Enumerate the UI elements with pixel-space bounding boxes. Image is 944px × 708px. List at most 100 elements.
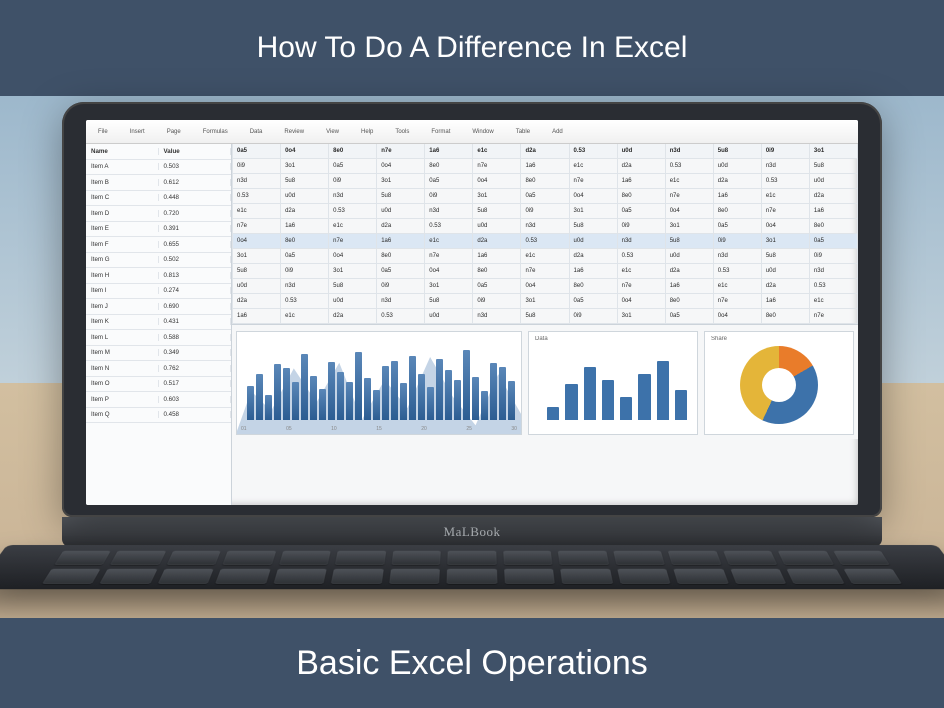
data-cell[interactable]: n3d [714,249,762,264]
data-cell[interactable]: 3o1 [473,189,521,204]
ribbon-tab[interactable]: Table [516,129,530,135]
data-cell[interactable]: 0.53 [618,249,666,264]
data-cell[interactable]: 1a6 [521,159,569,174]
data-cell[interactable]: n7e [521,264,569,279]
data-cell[interactable]: 1a6 [570,264,618,279]
data-cell[interactable]: u0d [233,279,281,294]
data-cell[interactable]: 0o4 [666,204,714,219]
data-cell[interactable]: n7e [618,279,666,294]
data-cell[interactable]: 8e0 [810,219,858,234]
data-cell[interactable]: 0a5 [473,279,521,294]
data-cell[interactable]: d2a [714,174,762,189]
column-header[interactable]: 1a6 [425,144,473,159]
data-cell[interactable]: d2a [570,249,618,264]
column-header[interactable]: d2a [521,144,569,159]
column-header[interactable]: n7e [377,144,425,159]
data-cell[interactable]: 8e0 [762,309,810,324]
column-header[interactable]: 0a5 [233,144,281,159]
data-cell[interactable]: 0a5 [281,249,329,264]
data-cell[interactable]: n7e [425,249,473,264]
data-cell[interactable]: u0d [281,189,329,204]
data-cell[interactable]: u0d [329,294,377,309]
data-cell[interactable]: 0o4 [425,264,473,279]
data-cell[interactable]: 5u8 [377,189,425,204]
data-cell[interactable]: 5u8 [473,204,521,219]
data-cell[interactable]: n3d [233,174,281,189]
data-cell[interactable]: 0.53 [714,264,762,279]
data-cell[interactable]: 5u8 [233,264,281,279]
data-cell[interactable]: d2a [810,189,858,204]
data-cell[interactable]: 1a6 [618,174,666,189]
column-header[interactable]: e1c [473,144,521,159]
data-cell[interactable]: 0.53 [762,174,810,189]
ribbon-tab[interactable]: Window [472,129,493,135]
column-header[interactable]: 0o4 [281,144,329,159]
data-cell[interactable]: 3o1 [570,204,618,219]
data-cell[interactable]: 1a6 [281,219,329,234]
data-cell[interactable]: 5u8 [281,174,329,189]
data-cell[interactable]: 0i9 [473,294,521,309]
data-cell[interactable]: 0i9 [521,204,569,219]
data-cell[interactable]: d2a [233,294,281,309]
data-cell[interactable]: 0i9 [714,234,762,249]
data-cell[interactable]: 5u8 [329,279,377,294]
data-cell[interactable]: e1c [521,249,569,264]
column-header[interactable]: 8e0 [329,144,377,159]
data-cell[interactable]: e1c [233,204,281,219]
data-cell[interactable]: 0.53 [666,159,714,174]
data-cell[interactable]: n3d [618,234,666,249]
column-header[interactable]: u0d [618,144,666,159]
data-cell[interactable]: 0i9 [425,189,473,204]
data-cell[interactable]: 0o4 [473,174,521,189]
data-cell[interactable]: 0.53 [810,279,858,294]
data-cell[interactable]: 0i9 [570,309,618,324]
data-cell[interactable]: n7e [473,159,521,174]
data-cell[interactable]: 0o4 [618,294,666,309]
data-cell[interactable]: n3d [329,189,377,204]
data-cell[interactable]: 0.53 [329,204,377,219]
data-cell[interactable]: 0o4 [521,279,569,294]
data-cell[interactable]: n7e [666,189,714,204]
data-cell[interactable]: 3o1 [233,249,281,264]
data-cell[interactable]: 3o1 [329,264,377,279]
column-header[interactable]: 5u8 [714,144,762,159]
data-cell[interactable]: 1a6 [714,189,762,204]
ribbon-tab[interactable]: Insert [130,129,145,135]
data-cell[interactable]: 0a5 [570,294,618,309]
data-cell[interactable]: n7e [233,219,281,234]
data-cell[interactable]: e1c [281,309,329,324]
data-cell[interactable]: 0a5 [618,204,666,219]
data-cell[interactable]: 0o4 [233,234,281,249]
data-cell[interactable]: e1c [762,189,810,204]
data-cell[interactable]: 5u8 [521,309,569,324]
data-cell[interactable]: 0o4 [714,309,762,324]
data-cell[interactable]: 0i9 [233,159,281,174]
data-cell[interactable]: e1c [618,264,666,279]
column-header[interactable]: n3d [666,144,714,159]
data-cell[interactable]: 3o1 [425,279,473,294]
ribbon-tab[interactable]: Page [167,129,181,135]
data-cell[interactable]: n3d [810,264,858,279]
data-cell[interactable]: n3d [425,204,473,219]
data-cell[interactable]: 0o4 [570,189,618,204]
data-cell[interactable]: n3d [377,294,425,309]
data-cell[interactable]: n3d [281,279,329,294]
data-cell[interactable]: e1c [666,174,714,189]
data-cell[interactable]: 5u8 [425,294,473,309]
data-cell[interactable]: d2a [618,159,666,174]
data-cell[interactable]: 3o1 [281,159,329,174]
data-cell[interactable]: d2a [377,219,425,234]
data-cell[interactable]: d2a [281,204,329,219]
data-cell[interactable]: n7e [762,204,810,219]
data-cell[interactable]: n7e [570,174,618,189]
data-cell[interactable]: e1c [810,294,858,309]
data-cell[interactable]: d2a [329,309,377,324]
data-cell[interactable]: 8e0 [570,279,618,294]
data-cell[interactable]: 0a5 [377,264,425,279]
data-cell[interactable]: 3o1 [377,174,425,189]
data-cell[interactable]: u0d [425,309,473,324]
data-cell[interactable]: 0a5 [714,219,762,234]
column-header[interactable]: 0.53 [570,144,618,159]
data-cell[interactable]: 1a6 [473,249,521,264]
data-cell[interactable]: 3o1 [666,219,714,234]
